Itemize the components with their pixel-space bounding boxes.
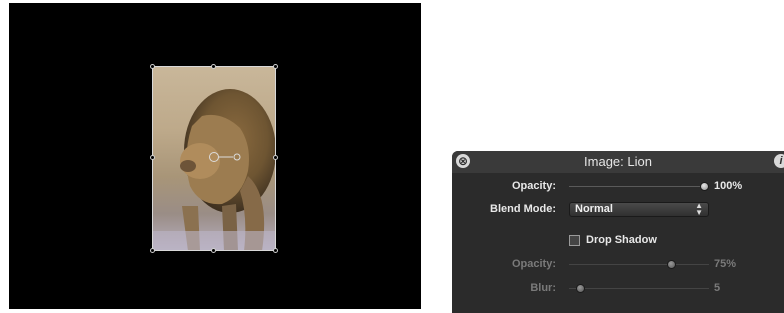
blur-label: Blur: bbox=[530, 282, 556, 294]
resize-handle-left[interactable] bbox=[150, 155, 155, 160]
hud-title: Image: Lion bbox=[584, 154, 652, 169]
shadow-opacity-value: 75% bbox=[714, 258, 737, 270]
resize-handle-bottom-left[interactable] bbox=[150, 248, 155, 253]
shadow-opacity-slider-knob[interactable] bbox=[667, 260, 677, 269]
resize-handle-top[interactable] bbox=[211, 64, 216, 69]
blur-slider-knob[interactable] bbox=[575, 284, 585, 293]
resize-handle-right[interactable] bbox=[273, 155, 278, 160]
resize-handle-bottom[interactable] bbox=[211, 248, 216, 253]
blend-mode-label: Blend Mode: bbox=[490, 203, 556, 215]
opacity-value: 100% bbox=[714, 180, 743, 192]
blur-slider-track[interactable] bbox=[569, 288, 709, 289]
slide-canvas[interactable] bbox=[9, 3, 421, 309]
opacity-label: Opacity: bbox=[511, 180, 556, 192]
drop-shadow-checkbox[interactable] bbox=[569, 235, 580, 246]
blur-value: 5 bbox=[714, 282, 721, 294]
opacity-slider-knob[interactable] bbox=[700, 182, 709, 191]
resize-handle-bottom-right[interactable] bbox=[273, 248, 278, 253]
rotation-handle[interactable] bbox=[208, 151, 244, 163]
blend-mode-select[interactable]: Normal ▲ ▼ bbox=[569, 202, 709, 217]
shadow-opacity-label: Opacity: bbox=[511, 258, 556, 270]
select-arrows-icon: ▲ ▼ bbox=[695, 201, 703, 217]
opacity-slider-track[interactable] bbox=[569, 186, 709, 187]
blend-mode-value: Normal bbox=[575, 203, 613, 215]
resize-handle-top-left[interactable] bbox=[150, 64, 155, 69]
image-hud-panel: ⊗ Image: Lion i Opacity: 100% Blend Mode… bbox=[452, 151, 784, 313]
info-icon[interactable]: i bbox=[774, 154, 784, 168]
resize-handle-top-right[interactable] bbox=[273, 64, 278, 69]
shadow-opacity-slider-track[interactable] bbox=[569, 264, 709, 265]
drop-shadow-label: Drop Shadow bbox=[586, 234, 657, 246]
